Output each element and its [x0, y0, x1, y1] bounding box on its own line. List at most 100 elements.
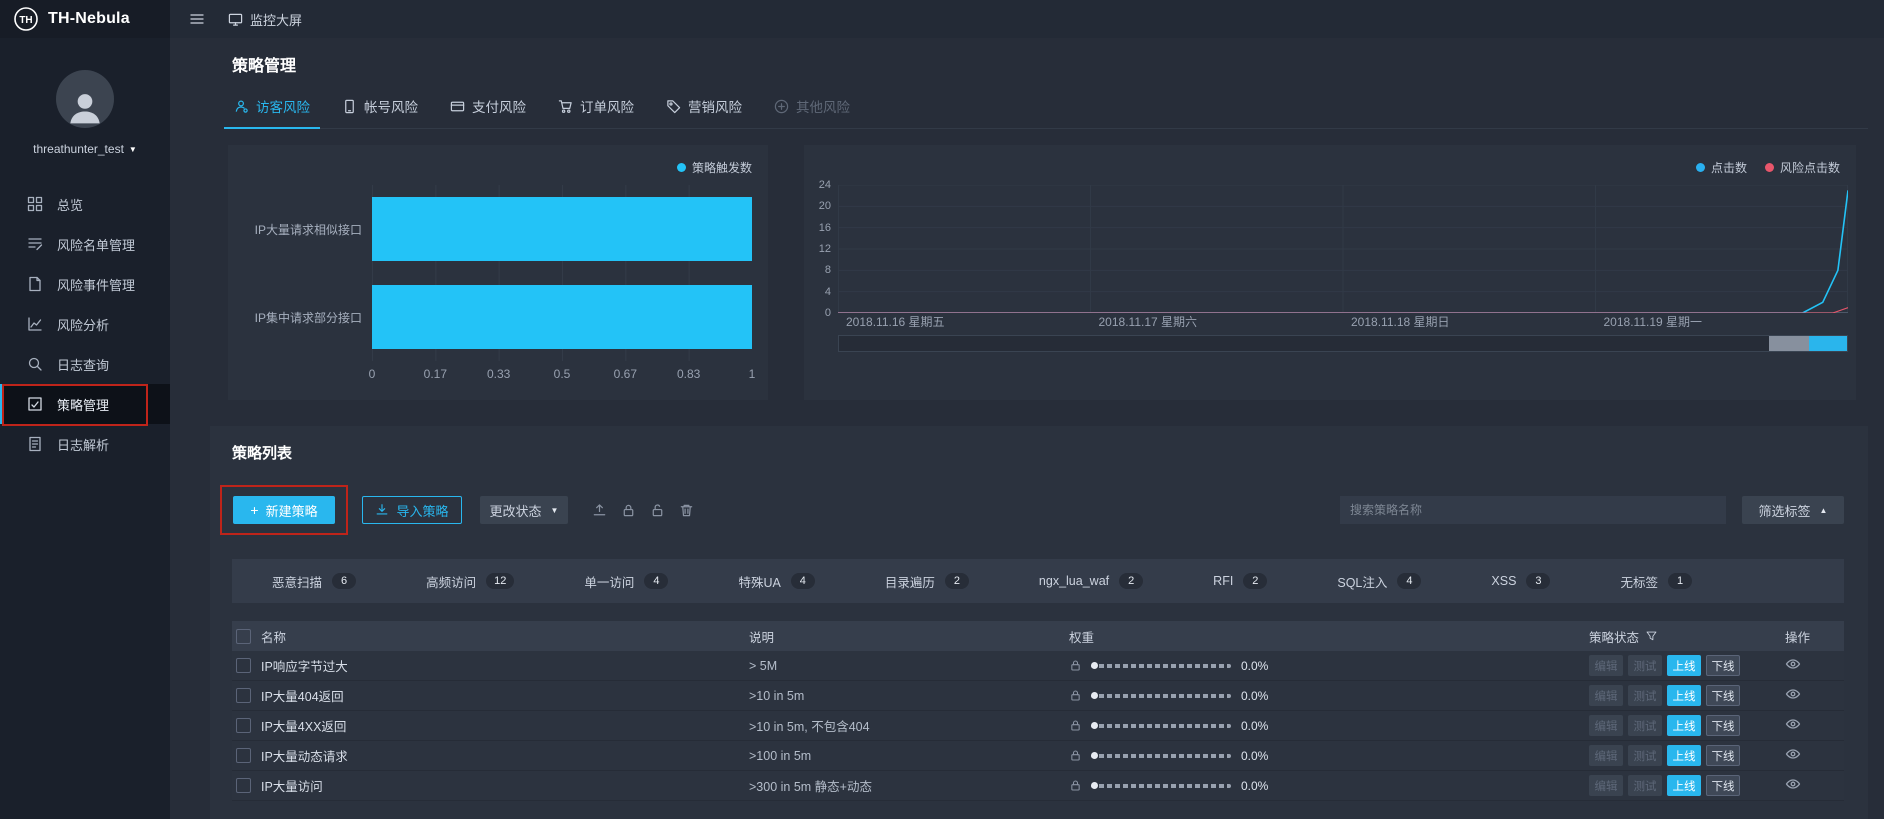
tag-filter[interactable]: 恶意扫描 6 [272, 572, 357, 591]
trash-icon[interactable] [679, 503, 694, 518]
weight-slider[interactable] [1091, 751, 1231, 759]
tag-count-badge: 2 [1243, 573, 1268, 589]
test-button[interactable]: 测试 [1628, 715, 1662, 736]
sidebar-item-overview[interactable]: 总览 [0, 184, 170, 224]
edit-button[interactable]: 编辑 [1589, 655, 1623, 676]
test-button[interactable]: 测试 [1628, 655, 1662, 676]
row-checkbox[interactable] [236, 658, 251, 673]
app-root: TH TH-Nebula threathunter_test ▼ 总览 风险名单管… [0, 0, 1884, 819]
eye-icon[interactable] [1785, 746, 1801, 762]
test-button[interactable]: 测试 [1628, 775, 1662, 796]
test-button[interactable]: 测试 [1628, 745, 1662, 766]
online-button[interactable]: 上线 [1667, 685, 1701, 706]
online-button[interactable]: 上线 [1667, 775, 1701, 796]
offline-button[interactable]: 下线 [1706, 655, 1740, 676]
tab-marketing-risk[interactable]: 营销风险 [662, 90, 746, 128]
offline-button[interactable]: 下线 [1706, 685, 1740, 706]
datazoom-handle[interactable] [1769, 336, 1809, 351]
weight-slider[interactable] [1091, 721, 1231, 729]
legend-item[interactable]: 风险点击数 [1764, 159, 1840, 176]
tag-filter[interactable]: XSS 3 [1491, 573, 1551, 589]
tag-label: RFI [1213, 574, 1234, 588]
hamburger-menu-icon[interactable] [188, 11, 206, 27]
sidebar-item-policy-mgmt[interactable]: 策略管理 [0, 384, 170, 424]
tag-filter[interactable]: ngx_lua_waf 2 [1039, 573, 1144, 589]
search-policy-input[interactable] [1340, 496, 1726, 524]
user-menu[interactable]: threathunter_test ▼ [0, 142, 170, 156]
sidebar-item-risk-event[interactable]: 风险事件管理 [0, 264, 170, 304]
row-checkbox[interactable] [236, 688, 251, 703]
row-checkbox[interactable] [236, 748, 251, 763]
tag-filter[interactable]: 无标签 1 [1620, 572, 1692, 591]
sidebar: TH TH-Nebula threathunter_test ▼ 总览 风险名单管… [0, 0, 170, 819]
sidebar-item-label: 风险事件管理 [57, 277, 136, 293]
offline-button[interactable]: 下线 [1706, 775, 1740, 796]
tag-filter[interactable]: 特殊UA 4 [738, 572, 815, 591]
tab-payment-risk[interactable]: 支付风险 [446, 90, 530, 128]
datazoom-slider[interactable] [838, 335, 1848, 352]
unlock-icon[interactable] [650, 503, 665, 518]
tab-order-risk[interactable]: 订单风险 [554, 90, 638, 128]
monitor-label: 监控大屏 [250, 12, 303, 28]
eye-icon[interactable] [1785, 656, 1801, 672]
tag-count-badge: 4 [1397, 573, 1422, 589]
filter-tags-button[interactable]: 筛选标签 ▲ [1742, 496, 1844, 524]
datazoom-selected-range[interactable] [1809, 336, 1847, 351]
import-policy-button[interactable]: 导入策略 [362, 496, 462, 524]
eye-icon[interactable] [1785, 776, 1801, 792]
x-tick-label: 0.83 [676, 367, 701, 381]
row-checkbox[interactable] [236, 778, 251, 793]
lock-icon [1069, 689, 1082, 702]
tab-label: 帐号风险 [364, 100, 418, 115]
line-chart-canvas [838, 185, 1848, 313]
weight-slider[interactable] [1091, 661, 1231, 669]
chevron-up-icon: ▲ [1819, 505, 1828, 515]
weight-value: 0.0% [1241, 778, 1269, 793]
edit-button[interactable]: 编辑 [1589, 715, 1623, 736]
weight-slider[interactable] [1091, 691, 1231, 699]
x-tick-label: 0.67 [613, 367, 638, 381]
weight-slider[interactable] [1091, 781, 1231, 789]
legend-item[interactable]: 策略触发数 [676, 159, 752, 176]
tag-filter[interactable]: 目录遍历 2 [885, 572, 969, 591]
sidebar-item-label: 策略管理 [57, 397, 110, 413]
y-tick-label: 0 [824, 307, 831, 319]
new-policy-button[interactable]: + 新建策略 [233, 496, 335, 524]
eye-icon[interactable] [1785, 716, 1801, 732]
monitor-screen-link[interactable]: 监控大屏 [228, 10, 302, 29]
table-row: IP大量4XX返回 >10 in 5m, 不包含404 0.0% 编辑 测试 上线 下线 [232, 710, 1844, 741]
policy-description: >10 in 5m, 不包含404 [749, 720, 870, 734]
tag-filter[interactable]: SQL注入 4 [1337, 572, 1422, 591]
offline-button[interactable]: 下线 [1706, 715, 1740, 736]
test-button[interactable]: 测试 [1628, 685, 1662, 706]
online-button[interactable]: 上线 [1667, 655, 1701, 676]
tab-account-risk[interactable]: 帐号风险 [338, 90, 422, 128]
policy-list-section: 策略列表 + 新建策略 导入策略 更改状态 ▼ 搜索策略名称 筛选标签 ▲ 恶意… [210, 426, 1868, 819]
filter-funnel-icon[interactable] [1646, 631, 1657, 642]
export-icon[interactable] [592, 503, 607, 518]
online-button[interactable]: 上线 [1667, 745, 1701, 766]
sidebar-item-label: 总览 [57, 197, 84, 213]
tag-filter[interactable]: 高频访问 12 [426, 572, 515, 591]
sidebar-item-risk-list[interactable]: 风险名单管理 [0, 224, 170, 264]
change-status-dropdown[interactable]: 更改状态 ▼ [480, 496, 568, 524]
eye-icon[interactable] [1785, 686, 1801, 702]
tab-visitor-risk[interactable]: 访客风险 [224, 90, 320, 129]
sidebar-item-log-parse[interactable]: 日志解析 [0, 424, 170, 464]
lock-icon[interactable] [621, 503, 636, 518]
x-tick-label: 0 [368, 367, 376, 381]
sidebar-item-log-query[interactable]: 日志查询 [0, 344, 170, 384]
legend-item[interactable]: 点击数 [1695, 159, 1747, 176]
sidebar-item-risk-analysis[interactable]: 风险分析 [0, 304, 170, 344]
online-button[interactable]: 上线 [1667, 715, 1701, 736]
policy-name: IP响应字节过大 [261, 660, 348, 674]
tag-label: 目录遍历 [884, 575, 935, 590]
row-checkbox[interactable] [236, 718, 251, 733]
edit-button[interactable]: 编辑 [1589, 685, 1623, 706]
tag-filter[interactable]: RFI 2 [1213, 573, 1268, 589]
tag-filter[interactable]: 单一访问 4 [584, 572, 669, 591]
edit-button[interactable]: 编辑 [1589, 745, 1623, 766]
select-all-checkbox[interactable] [236, 628, 251, 644]
offline-button[interactable]: 下线 [1706, 745, 1740, 766]
edit-button[interactable]: 编辑 [1589, 775, 1623, 796]
